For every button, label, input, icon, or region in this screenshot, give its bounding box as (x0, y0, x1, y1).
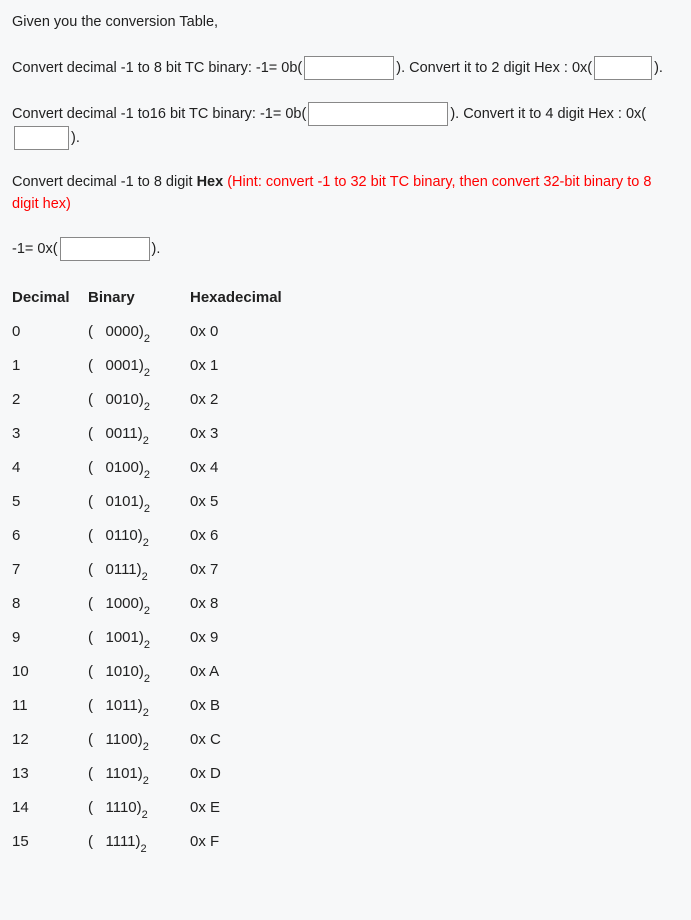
table-row: 4( 0100)20x 4 (12, 452, 296, 486)
cell-binary: ( 0101)2 (88, 486, 190, 520)
header-decimal: Decimal (12, 283, 88, 316)
cell-decimal: 3 (12, 418, 88, 452)
table-row: 3( 0011)20x 3 (12, 418, 296, 452)
cell-binary: ( 0000)2 (88, 316, 190, 350)
q1-binary-input[interactable] (304, 56, 394, 80)
cell-hex: 0x 8 (190, 588, 296, 622)
cell-binary: ( 1011)2 (88, 690, 190, 724)
cell-binary: ( 1110)2 (88, 792, 190, 826)
cell-decimal: 9 (12, 622, 88, 656)
cell-decimal: 11 (12, 690, 88, 724)
q3-part1: Convert decimal -1 to 8 digit (12, 174, 197, 190)
cell-hex: 0x C (190, 724, 296, 758)
question-3-answer: -1= 0x( ). (12, 237, 679, 261)
cell-decimal: 6 (12, 520, 88, 554)
table-row: 14( 1110)20x E (12, 792, 296, 826)
cell-hex: 0x E (190, 792, 296, 826)
cell-decimal: 13 (12, 758, 88, 792)
cell-hex: 0x 0 (190, 316, 296, 350)
table-header-row: Decimal Binary Hexadecimal (12, 283, 296, 316)
cell-decimal: 14 (12, 792, 88, 826)
q1-part3: ). (654, 60, 663, 76)
cell-binary: ( 1000)2 (88, 588, 190, 622)
header-hex: Hexadecimal (190, 283, 296, 316)
q2-binary-input[interactable] (308, 102, 448, 126)
q3-hex-input[interactable] (60, 237, 150, 261)
table-row: 1( 0001)20x 1 (12, 350, 296, 384)
q3-bold: Hex (197, 174, 224, 190)
cell-hex: 0x F (190, 826, 296, 860)
cell-binary: ( 1010)2 (88, 656, 190, 690)
table-row: 10( 1010)20x A (12, 656, 296, 690)
cell-hex: 0x D (190, 758, 296, 792)
intro-text: Given you the conversion Table, (12, 12, 679, 34)
table-row: 9( 1001)20x 9 (12, 622, 296, 656)
cell-binary: ( 1100)2 (88, 724, 190, 758)
q3ans-part2: ). (152, 241, 161, 257)
question-3: Convert decimal -1 to 8 digit Hex (Hint:… (12, 172, 679, 216)
cell-hex: 0x A (190, 656, 296, 690)
table-row: 7( 0111)20x 7 (12, 554, 296, 588)
cell-binary: ( 0010)2 (88, 384, 190, 418)
cell-decimal: 2 (12, 384, 88, 418)
q2-part2: ). Convert it to 4 digit Hex : 0x( (450, 106, 646, 122)
q2-hex-input[interactable] (14, 126, 69, 150)
cell-binary: ( 0001)2 (88, 350, 190, 384)
cell-decimal: 1 (12, 350, 88, 384)
table-row: 8( 1000)20x 8 (12, 588, 296, 622)
table-row: 5( 0101)20x 5 (12, 486, 296, 520)
question-2: Convert decimal -1 to16 bit TC binary: -… (12, 102, 679, 150)
cell-hex: 0x 4 (190, 452, 296, 486)
table-row: 6( 0110)20x 6 (12, 520, 296, 554)
q1-part2: ). Convert it to 2 digit Hex : 0x( (396, 60, 592, 76)
cell-decimal: 15 (12, 826, 88, 860)
cell-decimal: 0 (12, 316, 88, 350)
cell-hex: 0x 9 (190, 622, 296, 656)
q2-part3: ). (71, 130, 80, 146)
table-row: 12( 1100)20x C (12, 724, 296, 758)
cell-decimal: 5 (12, 486, 88, 520)
cell-hex: 0x 2 (190, 384, 296, 418)
header-binary: Binary (88, 283, 190, 316)
cell-hex: 0x 3 (190, 418, 296, 452)
cell-binary: ( 0110)2 (88, 520, 190, 554)
cell-decimal: 10 (12, 656, 88, 690)
table-row: 11( 1011)20x B (12, 690, 296, 724)
cell-hex: 0x 5 (190, 486, 296, 520)
cell-binary: ( 0100)2 (88, 452, 190, 486)
cell-hex: 0x 1 (190, 350, 296, 384)
q2-part1: Convert decimal -1 to16 bit TC binary: -… (12, 106, 306, 122)
cell-binary: ( 1001)2 (88, 622, 190, 656)
q1-part1: Convert decimal -1 to 8 bit TC binary: -… (12, 60, 302, 76)
cell-decimal: 4 (12, 452, 88, 486)
table-row: 2( 0010)20x 2 (12, 384, 296, 418)
q1-hex-input[interactable] (594, 56, 652, 80)
cell-hex: 0x 7 (190, 554, 296, 588)
cell-binary: ( 1111)2 (88, 826, 190, 860)
q3ans-part1: -1= 0x( (12, 241, 58, 257)
question-1: Convert decimal -1 to 8 bit TC binary: -… (12, 56, 679, 80)
cell-binary: ( 0111)2 (88, 554, 190, 588)
cell-decimal: 12 (12, 724, 88, 758)
table-row: 13( 1101)20x D (12, 758, 296, 792)
cell-decimal: 8 (12, 588, 88, 622)
cell-hex: 0x B (190, 690, 296, 724)
table-row: 15( 1111)20x F (12, 826, 296, 860)
cell-hex: 0x 6 (190, 520, 296, 554)
conversion-table: Decimal Binary Hexadecimal 0( 0000)20x 0… (12, 283, 296, 860)
cell-binary: ( 1101)2 (88, 758, 190, 792)
cell-binary: ( 0011)2 (88, 418, 190, 452)
table-row: 0( 0000)20x 0 (12, 316, 296, 350)
cell-decimal: 7 (12, 554, 88, 588)
